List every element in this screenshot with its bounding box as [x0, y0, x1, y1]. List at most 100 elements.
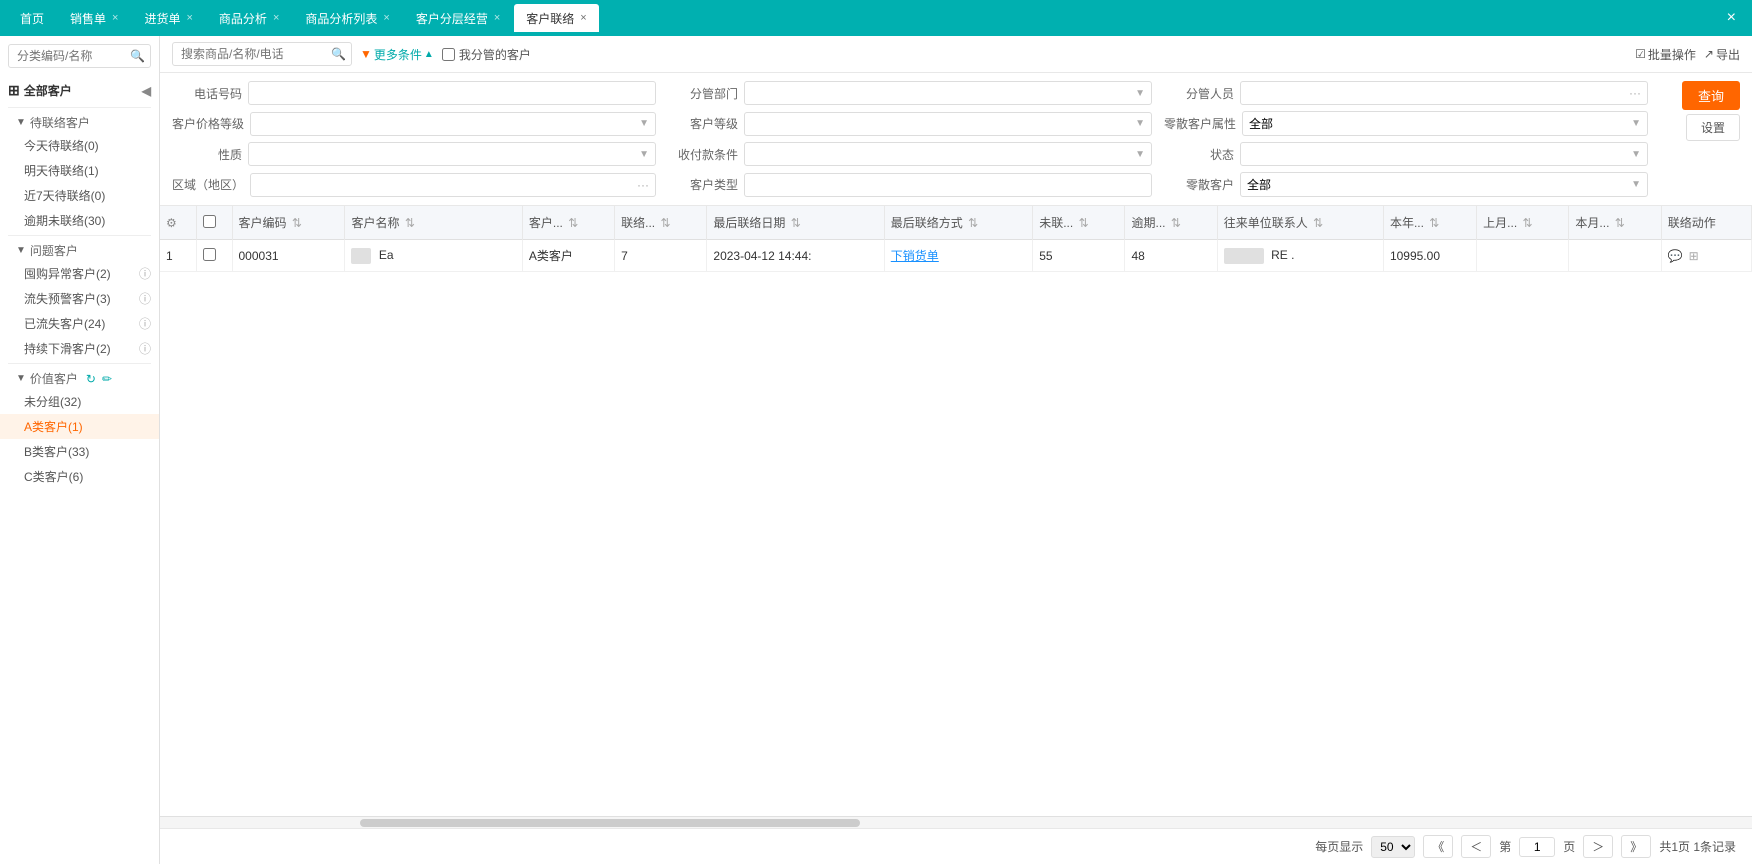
chevron-down-icon-5: ▼	[639, 149, 649, 160]
person-input[interactable]: ···	[1240, 81, 1648, 105]
region-input[interactable]: ···	[250, 173, 656, 197]
cust-grade-select[interactable]: ▼	[744, 112, 1152, 136]
sidebar-item-today[interactable]: 今天待联络(0)	[0, 133, 159, 158]
filter-search-input[interactable]	[172, 42, 352, 66]
chat-icon[interactable]: 💬	[1668, 249, 1683, 263]
sort-icon-lm[interactable]: ⇅	[1523, 216, 1533, 230]
close-purchase-tab[interactable]: ×	[186, 12, 192, 24]
setting-button[interactable]: 设置	[1686, 114, 1740, 141]
close-contact-tab[interactable]: ×	[580, 12, 586, 24]
sort-icon-tm[interactable]: ⇅	[1615, 216, 1625, 230]
sort-icon-code[interactable]: ⇅	[292, 216, 302, 230]
retail-select[interactable]: 全部 ▼	[1240, 172, 1648, 197]
nav-tab-customer-segment[interactable]: 客户分层经营 ×	[404, 4, 512, 32]
sidebar-item-hoarding[interactable]: 囤购异常客户(2) ⓘ	[0, 261, 159, 286]
sidebar-item-unclassified[interactable]: 未分组(32)	[0, 389, 159, 414]
export-btn[interactable]: ↗ 导出	[1704, 46, 1740, 63]
adv-cell-dept: 分管部门 ▼	[668, 81, 1164, 105]
gear-icon[interactable]: ⚙	[166, 216, 177, 230]
th-last-method: 最后联络方式 ⇅	[884, 206, 1032, 240]
adv-cell-retail-attr: 零散客户属性 全部 ▼	[1164, 111, 1660, 136]
page-first-btn[interactable]: 《	[1423, 835, 1453, 858]
table-container: ⚙ 客户编码 ⇅ 客户名称 ⇅	[160, 206, 1752, 816]
sort-icon-method[interactable]: ⇅	[968, 216, 978, 230]
horizontal-scrollbar[interactable]	[160, 816, 1752, 828]
my-customers-checkbox[interactable]: 我分管的客户	[442, 46, 531, 63]
sidebar-item-class-a[interactable]: A类客户(1)	[0, 414, 159, 439]
page-prev-btn[interactable]: ＜	[1461, 835, 1491, 858]
dept-select[interactable]: ▼	[744, 81, 1152, 105]
page-next-btn[interactable]: ＞	[1583, 835, 1613, 858]
phone-input[interactable]	[248, 81, 656, 105]
status-label: 状态	[1164, 146, 1234, 163]
sort-icon-name[interactable]: ⇅	[405, 216, 415, 230]
td-unit-contact: RE .	[1217, 240, 1383, 272]
sort-icon-ctype[interactable]: ⇅	[568, 216, 578, 230]
retail-label: 零散客户	[1164, 176, 1234, 193]
app-close-button[interactable]: ×	[1719, 5, 1744, 31]
sidebar-group-problem[interactable]: ▼ 问题客户	[0, 238, 159, 261]
payment-select[interactable]: ▼	[744, 142, 1152, 166]
scroll-thumb[interactable]	[360, 819, 860, 827]
status-select[interactable]: ▼	[1240, 142, 1648, 166]
sidebar-item-tomorrow[interactable]: 明天待联络(1)	[0, 158, 159, 183]
sort-icon-overdue[interactable]: ⇅	[1171, 216, 1181, 230]
close-analysis-tab[interactable]: ×	[273, 12, 279, 24]
retail-attr-select[interactable]: 全部 ▼	[1242, 111, 1648, 136]
nav-tab-analysis-list[interactable]: 商品分析列表 ×	[293, 4, 401, 32]
chevron-down-icon-3: ▼	[1135, 118, 1145, 129]
nav-tab-home[interactable]: 首页	[8, 6, 56, 31]
nature-select[interactable]: ▼	[248, 142, 656, 166]
nav-tab-customer-contact[interactable]: 客户联络 ×	[514, 4, 598, 32]
nav-tab-purchase[interactable]: 进货单 ×	[132, 4, 204, 32]
close-segment-tab[interactable]: ×	[494, 12, 500, 24]
sort-icon-ty[interactable]: ⇅	[1429, 216, 1439, 230]
sidebar-item-churned[interactable]: 已流失客户(24) ⓘ	[0, 311, 159, 336]
sidebar-all-customers[interactable]: ⊞ 全部客户 ◀	[0, 76, 159, 105]
sidebar-item-7days[interactable]: 近7天待联络(0)	[0, 183, 159, 208]
dots-icon-2[interactable]: ···	[637, 178, 649, 192]
td-not-contacted: 55	[1033, 240, 1125, 272]
th-contact: 联络... ⇅	[615, 206, 707, 240]
my-customers-check[interactable]	[442, 48, 455, 61]
page-last-btn[interactable]: 》	[1621, 835, 1651, 858]
qr-icon[interactable]: ⊞	[1689, 249, 1699, 263]
sort-icon-uc[interactable]: ⇅	[1313, 216, 1323, 230]
page-input[interactable]	[1519, 837, 1555, 857]
adv-cell-nature: 性质 ▼	[172, 142, 668, 166]
batch-op-btn[interactable]: ☑ 批量操作	[1635, 46, 1696, 63]
dots-icon[interactable]: ···	[1629, 86, 1641, 100]
close-analysis-list-tab[interactable]: ×	[383, 12, 389, 24]
sidebar-item-churn-risk[interactable]: 流失预警客户(3) ⓘ	[0, 286, 159, 311]
cust-type-input[interactable]	[744, 173, 1152, 197]
sidebar-item-class-c[interactable]: C类客户(6)	[0, 464, 159, 489]
per-page-label: 每页显示	[1315, 838, 1363, 855]
sort-icon-contact[interactable]: ⇅	[660, 216, 670, 230]
td-name: Ea	[345, 240, 522, 272]
export-icon: ↗	[1704, 47, 1714, 61]
filter-more-btn[interactable]: ▼ 更多条件 ▲	[360, 46, 434, 63]
page-label: 第	[1499, 838, 1511, 855]
sidebar-group-pending[interactable]: ▼ 待联络客户	[0, 110, 159, 133]
sidebar-search-icon: 🔍	[130, 49, 145, 63]
th-unit-contact: 往来单位联系人 ⇅	[1217, 206, 1383, 240]
sidebar-item-class-b[interactable]: B类客户(33)	[0, 439, 159, 464]
sidebar-item-declining[interactable]: 持续下滑客户(2) ⓘ	[0, 336, 159, 361]
query-button[interactable]: 查询	[1682, 81, 1740, 110]
close-sales-tab[interactable]: ×	[112, 12, 118, 24]
last-method-link[interactable]: 下销货单	[891, 249, 939, 263]
th-not-contacted: 未联... ⇅	[1033, 206, 1125, 240]
sidebar-item-overdue[interactable]: 逾期未联络(30)	[0, 208, 159, 233]
nav-tab-sales[interactable]: 销售单 ×	[58, 4, 130, 32]
cust-grade-label: 客户等级	[668, 115, 738, 132]
sort-icon-date[interactable]: ⇅	[791, 216, 801, 230]
sidebar-group-value[interactable]: ▼ 价值客户 ↻ ✏	[0, 366, 159, 389]
adv-cell-payment: 收付款条件 ▼	[668, 142, 1164, 166]
batch-icon: ☑	[1635, 47, 1646, 61]
row-checkbox[interactable]	[203, 248, 216, 261]
per-page-select[interactable]: 50	[1371, 836, 1415, 858]
sort-icon-nc[interactable]: ⇅	[1079, 216, 1089, 230]
nav-tab-analysis[interactable]: 商品分析 ×	[207, 4, 291, 32]
select-all-checkbox[interactable]	[203, 215, 216, 228]
price-grade-select[interactable]: ▼	[250, 112, 656, 136]
